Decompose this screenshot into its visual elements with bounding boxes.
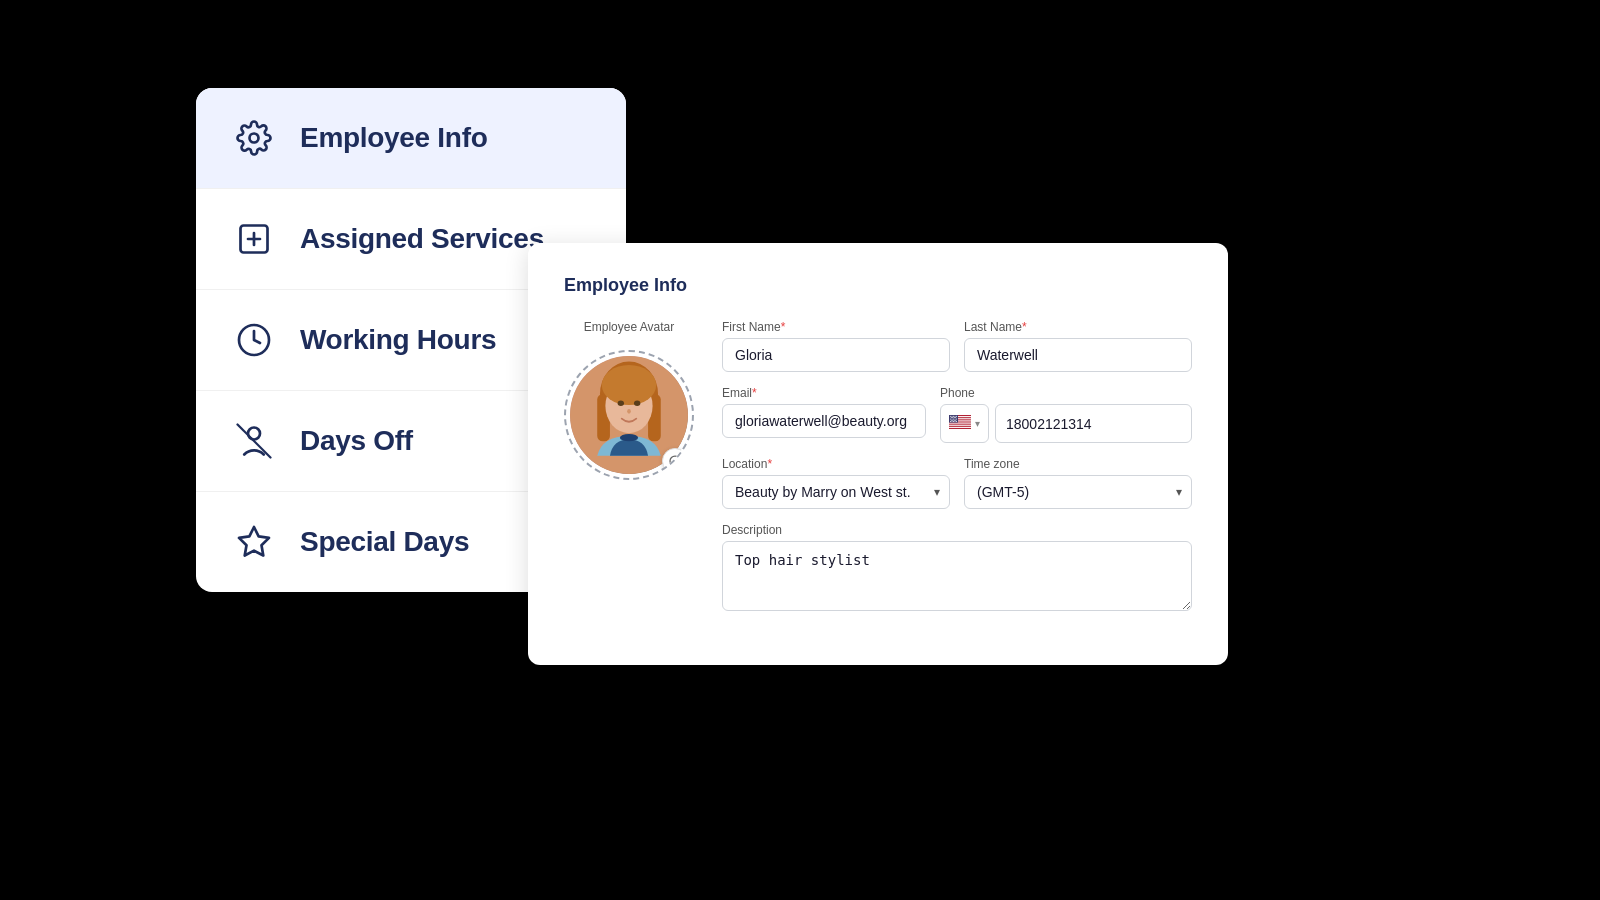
svg-point-50 <box>955 421 956 422</box>
svg-point-13 <box>602 365 656 405</box>
svg-point-36 <box>954 417 955 418</box>
star-icon <box>232 520 276 564</box>
form-content: Employee Avatar <box>564 320 1192 625</box>
svg-point-16 <box>627 409 631 414</box>
svg-point-49 <box>953 421 954 422</box>
email-group: Email* <box>722 386 926 443</box>
avatar-section: Employee Avatar <box>564 320 694 625</box>
location-group: Location* Beauty by Marry on West st. ▾ <box>722 457 950 509</box>
name-row: First Name* Last Name* <box>722 320 1192 372</box>
svg-point-43 <box>951 420 952 421</box>
svg-point-33 <box>956 416 957 417</box>
person-off-icon <box>232 419 276 463</box>
svg-point-17 <box>620 434 638 441</box>
svg-point-35 <box>952 417 953 418</box>
svg-point-48 <box>952 421 953 422</box>
svg-point-40 <box>953 418 954 419</box>
timezone-select[interactable]: (GMT-5) <box>964 475 1192 509</box>
svg-point-51 <box>956 421 957 422</box>
svg-point-45 <box>954 420 955 421</box>
description-label: Description <box>722 523 1192 537</box>
phone-label: Phone <box>940 386 1192 400</box>
svg-point-29 <box>950 416 951 417</box>
sidebar-item-assigned-services-label: Assigned Services <box>300 223 544 255</box>
sidebar-item-special-days-label: Special Days <box>300 526 469 558</box>
location-label: Location* <box>722 457 950 471</box>
form-title: Employee Info <box>564 275 1192 296</box>
first-name-group: First Name* <box>722 320 950 372</box>
location-select[interactable]: Beauty by Marry on West st. <box>722 475 950 509</box>
clock-icon <box>232 318 276 362</box>
last-name-group: Last Name* <box>964 320 1192 372</box>
svg-point-30 <box>952 416 953 417</box>
svg-marker-7 <box>239 527 269 556</box>
sidebar-item-employee-info-label: Employee Info <box>300 122 487 154</box>
svg-point-31 <box>953 416 954 417</box>
description-row: Description Top hair stylist <box>722 523 1192 611</box>
description-group: Description Top hair stylist <box>722 523 1192 611</box>
timezone-select-wrapper: (GMT-5) ▾ <box>964 475 1192 509</box>
svg-point-39 <box>952 418 953 419</box>
last-name-input[interactable] <box>964 338 1192 372</box>
sidebar-item-employee-info[interactable]: Employee Info <box>196 88 626 189</box>
svg-point-46 <box>955 420 956 421</box>
svg-point-42 <box>956 418 957 419</box>
chevron-down-icon: ▾ <box>975 418 980 429</box>
avatar-wrapper[interactable] <box>564 350 694 480</box>
email-label: Email* <box>722 386 926 400</box>
svg-line-6 <box>238 425 271 458</box>
contact-row: Email* Phone <box>722 386 1192 443</box>
description-textarea[interactable]: Top hair stylist <box>722 541 1192 611</box>
timezone-group: Time zone (GMT-5) ▾ <box>964 457 1192 509</box>
sidebar-item-days-off-label: Days Off <box>300 425 413 457</box>
svg-point-15 <box>634 400 640 405</box>
fields-section: First Name* Last Name* Email* <box>722 320 1192 625</box>
location-row: Location* Beauty by Marry on West st. ▾ … <box>722 457 1192 509</box>
svg-point-37 <box>955 417 956 418</box>
us-flag-icon <box>949 413 971 434</box>
svg-point-38 <box>950 418 951 419</box>
svg-point-32 <box>955 416 956 417</box>
email-input[interactable] <box>722 404 926 438</box>
avatar-label: Employee Avatar <box>584 320 675 334</box>
avatar-edit-button[interactable] <box>662 448 688 474</box>
phone-input[interactable] <box>995 404 1192 443</box>
svg-point-14 <box>618 400 624 405</box>
timezone-label: Time zone <box>964 457 1192 471</box>
country-code-selector[interactable]: ▾ <box>940 404 989 443</box>
first-name-label: First Name* <box>722 320 950 334</box>
location-select-wrapper: Beauty by Marry on West st. ▾ <box>722 475 950 509</box>
svg-point-47 <box>950 421 951 422</box>
gear-icon <box>232 116 276 160</box>
phone-group: Phone <box>940 386 1192 443</box>
svg-rect-26 <box>949 425 971 426</box>
svg-point-44 <box>952 420 953 421</box>
sidebar-item-working-hours-label: Working Hours <box>300 324 496 356</box>
svg-rect-27 <box>949 427 971 428</box>
last-name-label: Last Name* <box>964 320 1192 334</box>
employee-info-form: Employee Info Employee Avatar <box>528 243 1228 665</box>
plus-square-icon <box>232 217 276 261</box>
svg-point-41 <box>955 418 956 419</box>
first-name-input[interactable] <box>722 338 950 372</box>
svg-rect-25 <box>949 423 971 424</box>
svg-point-34 <box>951 417 952 418</box>
svg-point-0 <box>250 134 259 143</box>
phone-input-group: ▾ <box>940 404 1192 443</box>
